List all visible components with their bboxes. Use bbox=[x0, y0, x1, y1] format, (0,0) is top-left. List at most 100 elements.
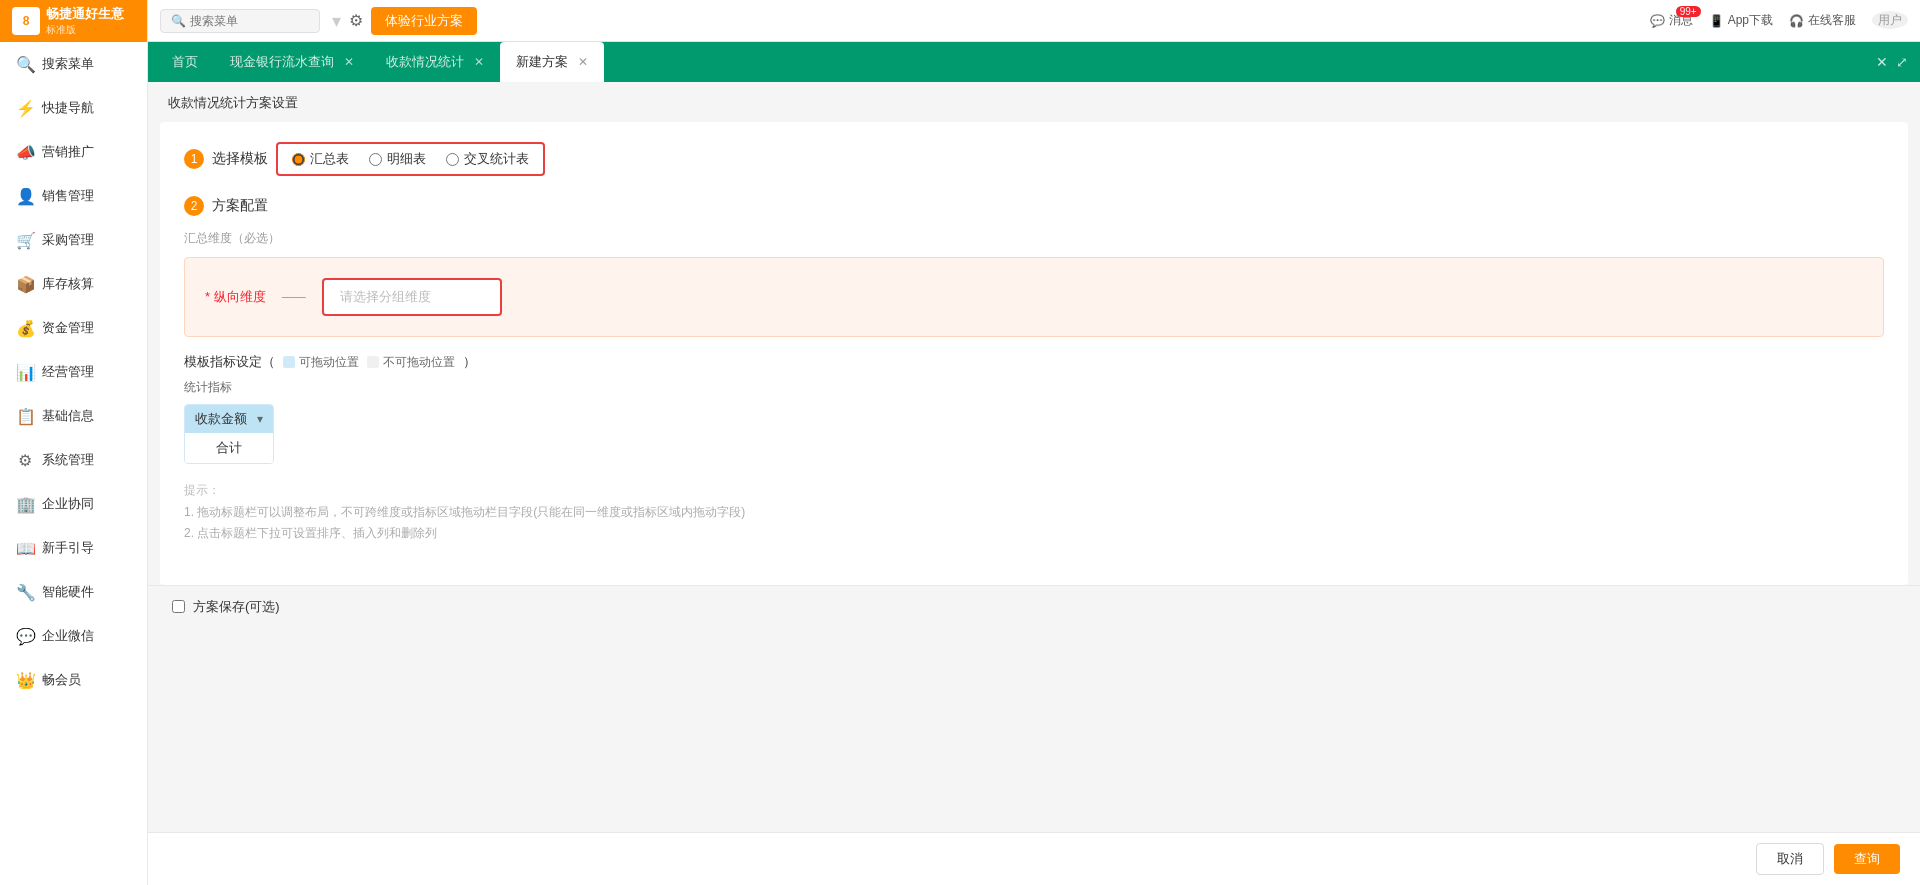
message-btn[interactable]: 💬 消息 99+ bbox=[1650, 12, 1693, 29]
query-button[interactable]: 查询 bbox=[1834, 844, 1900, 874]
main-card: 1 选择模板 汇总表 明细表 交叉统计表 bbox=[160, 122, 1908, 585]
sidebar-icon-14: 👑 bbox=[16, 671, 34, 690]
sidebar-item-4[interactable]: 🛒 采购管理 bbox=[0, 218, 147, 262]
radio-detail-input[interactable] bbox=[369, 153, 382, 166]
sidebar-item-9[interactable]: ⚙ 系统管理 bbox=[0, 438, 147, 482]
tab-cashflow-close[interactable]: ✕ bbox=[344, 56, 354, 68]
save-label[interactable]: 方案保存(可选) bbox=[193, 598, 280, 616]
sidebar-label-9: 系统管理 bbox=[42, 451, 131, 469]
download-btn[interactable]: 📱 App下载 bbox=[1709, 12, 1773, 29]
sidebar-icon-2: 📣 bbox=[16, 143, 34, 162]
sidebar-label-5: 库存核算 bbox=[42, 275, 131, 293]
sidebar-icon-12: 🔧 bbox=[16, 583, 34, 602]
stat-box-header[interactable]: 收款金额 ▾ bbox=[185, 405, 273, 433]
save-checkbox[interactable] bbox=[172, 600, 185, 613]
sidebar-item-12[interactable]: 🔧 智能硬件 bbox=[0, 570, 147, 614]
tab-new-plan-label: 新建方案 bbox=[516, 53, 568, 71]
sidebar-icon-10: 🏢 bbox=[16, 495, 34, 514]
stat-indicators-col: 统计指标 收款金额 ▾ 合计 bbox=[184, 379, 274, 464]
logo-icon: 8 bbox=[12, 7, 40, 35]
search-input[interactable] bbox=[190, 14, 310, 28]
page-title: 收款情况统计方案设置 bbox=[148, 94, 1920, 122]
step1-header: 1 选择模板 汇总表 明细表 交叉统计表 bbox=[184, 142, 1884, 176]
tab-bar: 首页 现金银行流水查询 ✕ 收款情况统计 ✕ 新建方案 ✕ ✕ ⤢ bbox=[148, 42, 1920, 82]
tab-cashflow[interactable]: 现金银行流水查询 ✕ bbox=[214, 42, 370, 82]
vertical-dim-row: * 纵向维度 —— 请选择分组维度 bbox=[205, 278, 1863, 316]
radio-cross-input[interactable] bbox=[446, 153, 459, 166]
window-buttons: ✕ ⤢ bbox=[1876, 54, 1908, 70]
step2-num: 2 bbox=[184, 196, 204, 216]
sidebar-item-10[interactable]: 🏢 企业协同 bbox=[0, 482, 147, 526]
user-menu[interactable]: 用户 bbox=[1872, 12, 1908, 29]
sidebar-item-0[interactable]: 🔍 搜索菜单 bbox=[0, 42, 147, 86]
template-radio-group: 汇总表 明细表 交叉统计表 bbox=[276, 142, 545, 176]
search-icon: 🔍 bbox=[171, 14, 186, 28]
chevron-down-icon[interactable]: ▾ bbox=[332, 10, 341, 32]
footer-section: 方案保存(可选) bbox=[148, 585, 1920, 628]
legend-no-drag: 不可拖动位置 bbox=[367, 354, 455, 371]
drag-dot bbox=[283, 356, 295, 368]
maximize-window-icon[interactable]: ⤢ bbox=[1896, 54, 1908, 70]
step2-header: 2 方案配置 bbox=[184, 196, 1884, 216]
gear-icon[interactable]: ⚙ bbox=[349, 11, 363, 30]
sidebar-icon-9: ⚙ bbox=[16, 451, 34, 470]
dim-select[interactable]: 请选择分组维度 bbox=[322, 278, 502, 316]
sidebar-label-8: 基础信息 bbox=[42, 407, 131, 425]
dim-arrow: —— bbox=[282, 290, 306, 304]
sidebar-icon-1: ⚡ bbox=[16, 99, 34, 118]
stat-box-total: 合计 bbox=[185, 433, 273, 463]
header-actions: 💬 消息 99+ 📱 App下载 🎧 在线客服 用户 bbox=[1650, 12, 1908, 29]
sidebar: 8 畅捷通好生意 标准版 🔍 搜索菜单 ⚡ 快捷导航 📣 营销推广 👤 销售管理… bbox=[0, 0, 148, 885]
tab-collections[interactable]: 收款情况统计 ✕ bbox=[370, 42, 500, 82]
legend-drag: 可拖动位置 bbox=[283, 354, 359, 371]
sidebar-item-3[interactable]: 👤 销售管理 bbox=[0, 174, 147, 218]
message-icon: 💬 bbox=[1650, 14, 1665, 28]
sidebar-label-12: 智能硬件 bbox=[42, 583, 131, 601]
sidebar-icon-11: 📖 bbox=[16, 539, 34, 558]
indicators-grid: 统计指标 收款金额 ▾ 合计 bbox=[184, 379, 1884, 464]
sidebar-label-6: 资金管理 bbox=[42, 319, 131, 337]
tab-home[interactable]: 首页 bbox=[156, 42, 214, 82]
tip1: 1. 拖动标题栏可以调整布局，不可跨维度或指标区域拖动栏目字段(只能在同一维度或… bbox=[184, 502, 1884, 524]
sidebar-label-1: 快捷导航 bbox=[42, 99, 131, 117]
sidebar-icon-8: 📋 bbox=[16, 407, 34, 426]
sidebar-label-7: 经营管理 bbox=[42, 363, 131, 381]
header-search[interactable]: 🔍 bbox=[160, 9, 320, 33]
sidebar-icon-4: 🛒 bbox=[16, 231, 34, 250]
trial-button[interactable]: 体验行业方案 bbox=[371, 7, 477, 35]
sidebar-label-10: 企业协同 bbox=[42, 495, 131, 513]
headset-icon: 🎧 bbox=[1789, 14, 1804, 28]
sidebar-icon-0: 🔍 bbox=[16, 55, 34, 74]
tab-new-plan-close[interactable]: ✕ bbox=[578, 56, 588, 68]
sidebar-logo: 8 畅捷通好生意 标准版 bbox=[0, 0, 147, 42]
tips-area: 提示： 1. 拖动标题栏可以调整布局，不可跨维度或指标区域拖动栏目字段(只能在同… bbox=[184, 480, 1884, 545]
service-btn[interactable]: 🎧 在线客服 bbox=[1789, 12, 1856, 29]
tab-cashflow-label: 现金银行流水查询 bbox=[230, 53, 334, 71]
sidebar-item-1[interactable]: ⚡ 快捷导航 bbox=[0, 86, 147, 130]
tab-home-label: 首页 bbox=[172, 53, 198, 71]
stat-chevron-icon: ▾ bbox=[257, 412, 263, 426]
tip2: 2. 点击标题栏下拉可设置排序、插入列和删除列 bbox=[184, 523, 1884, 545]
step1-num: 1 bbox=[184, 149, 204, 169]
tab-new-plan[interactable]: 新建方案 ✕ bbox=[500, 42, 604, 82]
radio-cross-label: 交叉统计表 bbox=[464, 150, 529, 168]
radio-cross[interactable]: 交叉统计表 bbox=[446, 150, 529, 168]
sidebar-item-5[interactable]: 📦 库存核算 bbox=[0, 262, 147, 306]
close-window-icon[interactable]: ✕ bbox=[1876, 54, 1888, 70]
radio-summary-label: 汇总表 bbox=[310, 150, 349, 168]
tab-collections-close[interactable]: ✕ bbox=[474, 56, 484, 68]
sidebar-item-7[interactable]: 📊 经营管理 bbox=[0, 350, 147, 394]
sidebar-item-11[interactable]: 📖 新手引导 bbox=[0, 526, 147, 570]
radio-summary-input[interactable] bbox=[292, 153, 305, 166]
sidebar-item-6[interactable]: 💰 资金管理 bbox=[0, 306, 147, 350]
radio-detail[interactable]: 明细表 bbox=[369, 150, 426, 168]
sidebar-item-13[interactable]: 💬 企业微信 bbox=[0, 614, 147, 658]
sidebar-item-14[interactable]: 👑 畅会员 bbox=[0, 658, 147, 702]
content-area: 收款情况统计方案设置 1 选择模板 汇总表 明细表 bbox=[148, 82, 1920, 832]
message-badge: 99+ bbox=[1676, 6, 1701, 17]
sidebar-item-2[interactable]: 📣 营销推广 bbox=[0, 130, 147, 174]
radio-summary[interactable]: 汇总表 bbox=[292, 150, 349, 168]
sidebar-item-8[interactable]: 📋 基础信息 bbox=[0, 394, 147, 438]
brand-name: 畅捷通好生意 bbox=[46, 5, 124, 23]
cancel-button[interactable]: 取消 bbox=[1756, 843, 1824, 875]
